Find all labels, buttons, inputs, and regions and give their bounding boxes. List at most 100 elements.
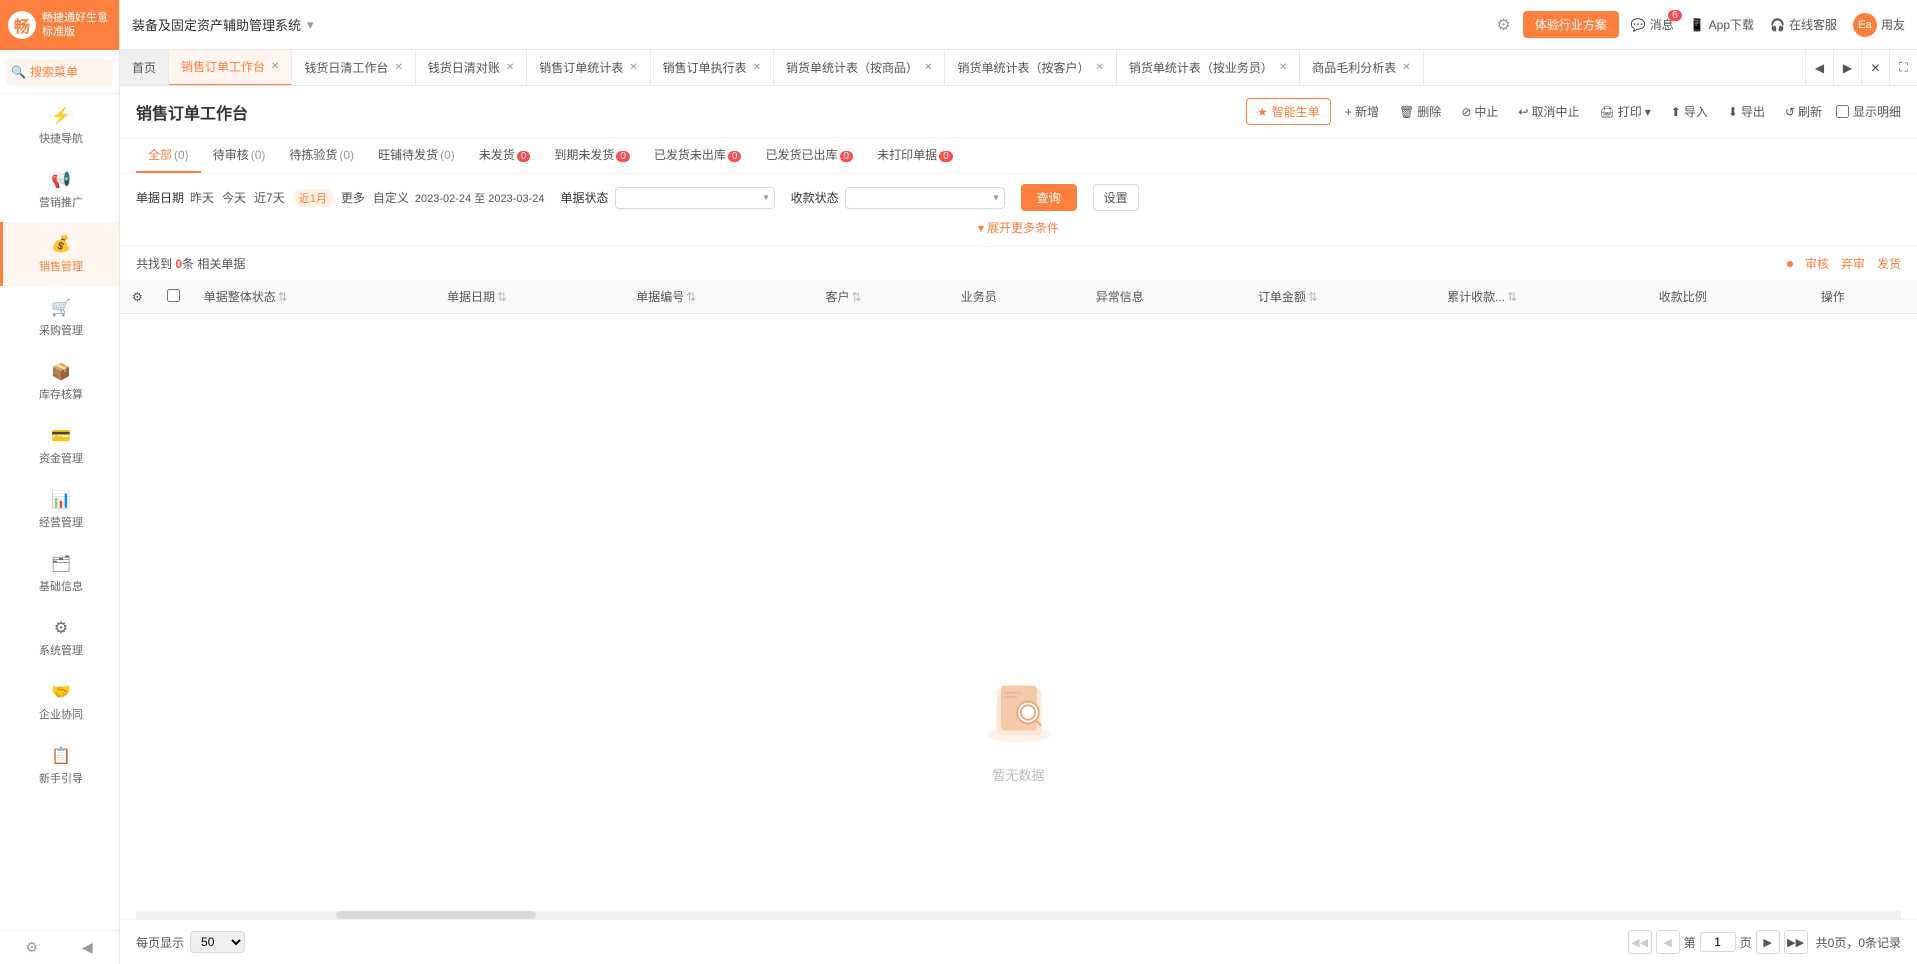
sub-tab-shipped-out[interactable]: 已发货已出库0 [753,138,865,173]
tab-fullscreen-btn[interactable]: ⛶ [1889,50,1917,86]
record-count-label: 共找到 0条 相关单据 [136,255,245,272]
sidebar-item-marketing[interactable]: 📢 营销推广 [0,158,119,222]
tab-close-cash-reconcile[interactable]: ✕ [506,62,514,73]
import-btn[interactable]: ⬆ 导入 [1665,99,1714,124]
delete-btn[interactable]: 🗑 删除 [1393,99,1447,124]
tab-close-sales-customer-stats[interactable]: ✕ [1095,62,1103,73]
message-btn[interactable]: 💬 消息 6 [1631,16,1674,33]
sub-tab-wangpu[interactable]: 旺铺待发货(0) [366,138,467,173]
tab-close-sales-product-stats[interactable]: ✕ [924,62,932,73]
sub-tab-pending[interactable]: 待审核(0) [201,138,278,173]
sub-tab-all[interactable]: 全部(0) [136,138,201,173]
col-settings[interactable]: ⚙ [120,280,155,314]
sort-doc-date-icon[interactable]: ⇅ [497,290,507,304]
sidebar-item-enterprise[interactable]: 🤝 企业协同 [0,670,119,734]
sidebar-item-purchase[interactable]: 🛒 采购管理 [0,286,119,350]
stop-btn[interactable]: ⊘ 中止 [1455,99,1504,124]
collapse-sidebar-btn[interactable]: ◀ [64,939,112,956]
export-btn[interactable]: ⬇ 导出 [1722,99,1771,124]
expand-filter-btn[interactable]: ▾ 展开更多条件 [978,219,1059,236]
sub-tab-overdue[interactable]: 到期未发货0 [542,138,642,173]
quick-deliver-btn[interactable]: 发货 [1877,255,1901,272]
workbench-title: 销售订单工作台 [136,100,248,124]
sort-amount-icon[interactable]: ⇅ [1308,290,1318,304]
sidebar-item-operations[interactable]: 📊 经营管理 [0,478,119,542]
page-last-btn[interactable]: ▶▶ [1784,930,1808,954]
tab-sales-stats[interactable]: 销售订单统计表 ✕ [527,50,650,86]
tab-cash-reconcile[interactable]: 钱货日清对账 ✕ [416,50,527,86]
smart-create-btn[interactable]: ★ 智能生单 [1246,98,1331,125]
sidebar-item-basic-info[interactable]: 🗂 基础信息 [0,542,119,606]
add-btn[interactable]: + 新增 [1339,99,1385,124]
sidebar-item-finance[interactable]: 💳 资金管理 [0,414,119,478]
tab-cash-daily[interactable]: 钱货日清工作台 ✕ [292,50,415,86]
tab-sales-customer-stats[interactable]: 销货单统计表（按客户） ✕ [945,50,1116,86]
sidebar-item-guide[interactable]: 📋 新手引导 [0,734,119,798]
sort-doc-status-icon[interactable]: ⇅ [278,290,288,304]
refresh-btn[interactable]: ↺ 刷新 [1779,99,1828,124]
tab-sales-workbench[interactable]: 销售订单工作台 ✕ [169,50,292,86]
tab-close-sales-staff-stats[interactable]: ✕ [1279,62,1287,73]
page-first-btn[interactable]: ◀◀ [1628,930,1652,954]
online-service-btn[interactable]: 🎧 在线客服 [1770,16,1837,33]
col-checkbox[interactable] [155,280,192,314]
sidebar-item-sales[interactable]: 💰 销售管理 [0,222,119,286]
tab-sales-product-stats[interactable]: 销货单统计表（按商品） ✕ [774,50,945,86]
page-number-input[interactable] [1700,932,1736,952]
query-btn[interactable]: 查询 [1021,184,1077,211]
tab-close-sales-exec[interactable]: ✕ [753,62,761,73]
payment-select[interactable] [845,187,1005,209]
status-select[interactable] [615,187,775,209]
quick-audit-btn[interactable]: 审核 [1805,255,1829,272]
sort-doc-no-icon[interactable]: ⇅ [686,290,696,304]
scroll-thumb[interactable] [336,911,536,919]
app-download-btn[interactable]: 📱 App下载 [1690,16,1754,33]
sub-tab-not-shipped[interactable]: 未发货0 [467,138,543,173]
sort-received-icon[interactable]: ⇅ [1507,290,1517,304]
sub-tab-pending-inspect[interactable]: 待拣验货(0) [277,138,366,173]
page-prev-btn[interactable]: ◀ [1656,930,1680,954]
search-menu-button[interactable]: 🔍 搜索菜单 [6,58,113,85]
cancel-stop-btn[interactable]: ↩ 取消中止 [1512,99,1585,124]
page-size-select[interactable]: 50 100 200 [190,931,245,953]
tab-scroll-left-btn[interactable]: ◀ [1805,50,1833,86]
date-opt-today[interactable]: 今天 [222,189,246,207]
tab-sales-staff-stats[interactable]: 销货单统计表（按业务员） ✕ [1117,50,1300,86]
print-btn[interactable]: 🖨 打印 ▾ [1593,99,1656,124]
sidebar-item-system[interactable]: ⚙ 系统管理 [0,606,119,670]
date-opt-more[interactable]: 更多 [341,189,365,207]
date-opt-7days[interactable]: 近7天 [254,189,285,207]
topbar-gear-icon[interactable]: ⚙ [1496,15,1510,35]
industry-btn[interactable]: 体验行业方案 [1523,11,1619,38]
user-menu-btn[interactable]: Ea 用友 [1853,13,1905,37]
show-detail-checkbox-label[interactable]: 显示明细 [1836,103,1901,120]
date-opt-custom[interactable]: 自定义 [373,189,409,207]
sidebar-logo: 畅 畅捷通好生意 标准版 [0,0,119,50]
sub-tab-shipped-not-out[interactable]: 已发货未出库0 [642,138,754,173]
sub-tab-not-printed[interactable]: 未打印单据0 [865,138,965,173]
page-next-btn[interactable]: ▶ [1756,930,1780,954]
tab-close-sales-workbench[interactable]: ✕ [271,61,279,72]
sidebar-item-inventory[interactable]: 📦 库存核算 [0,350,119,414]
sidebar-item-quick-nav[interactable]: ⚡ 快捷导航 [0,94,119,158]
select-all-checkbox[interactable] [167,289,180,302]
date-opt-1month[interactable]: 近1月 [293,189,333,207]
date-opt-yesterday[interactable]: 昨天 [190,189,214,207]
tab-home[interactable]: 首页 [120,50,169,86]
tab-scroll-right-btn[interactable]: ▶ [1833,50,1861,86]
settings-icon-btn[interactable]: ⚙ [8,939,56,956]
show-detail-checkbox[interactable] [1836,105,1849,118]
message-icon: 💬 [1631,18,1646,32]
date-filter-label: 单据日期 [136,189,184,206]
horizontal-scrollbar[interactable] [136,911,1901,919]
tab-product-margin[interactable]: 商品毛利分析表 ✕ [1300,50,1423,86]
setting-btn[interactable]: 设置 [1093,184,1139,211]
tab-sales-exec[interactable]: 销售订单执行表 ✕ [651,50,774,86]
tab-close-cash-daily[interactable]: ✕ [394,62,402,73]
tab-close-all-btn[interactable]: ✕ [1861,50,1889,86]
table-scroll[interactable]: ⚙ 单据整体状态⇅ 单据日期⇅ 单据编号⇅ 客户⇅ 业务员 异常信息 订单金额⇅… [120,280,1917,536]
quick-deaudit-btn[interactable]: 弃审 [1841,255,1865,272]
tab-close-product-margin[interactable]: ✕ [1402,62,1410,73]
sort-customer-icon[interactable]: ⇅ [852,290,862,304]
tab-close-sales-stats[interactable]: ✕ [629,62,637,73]
